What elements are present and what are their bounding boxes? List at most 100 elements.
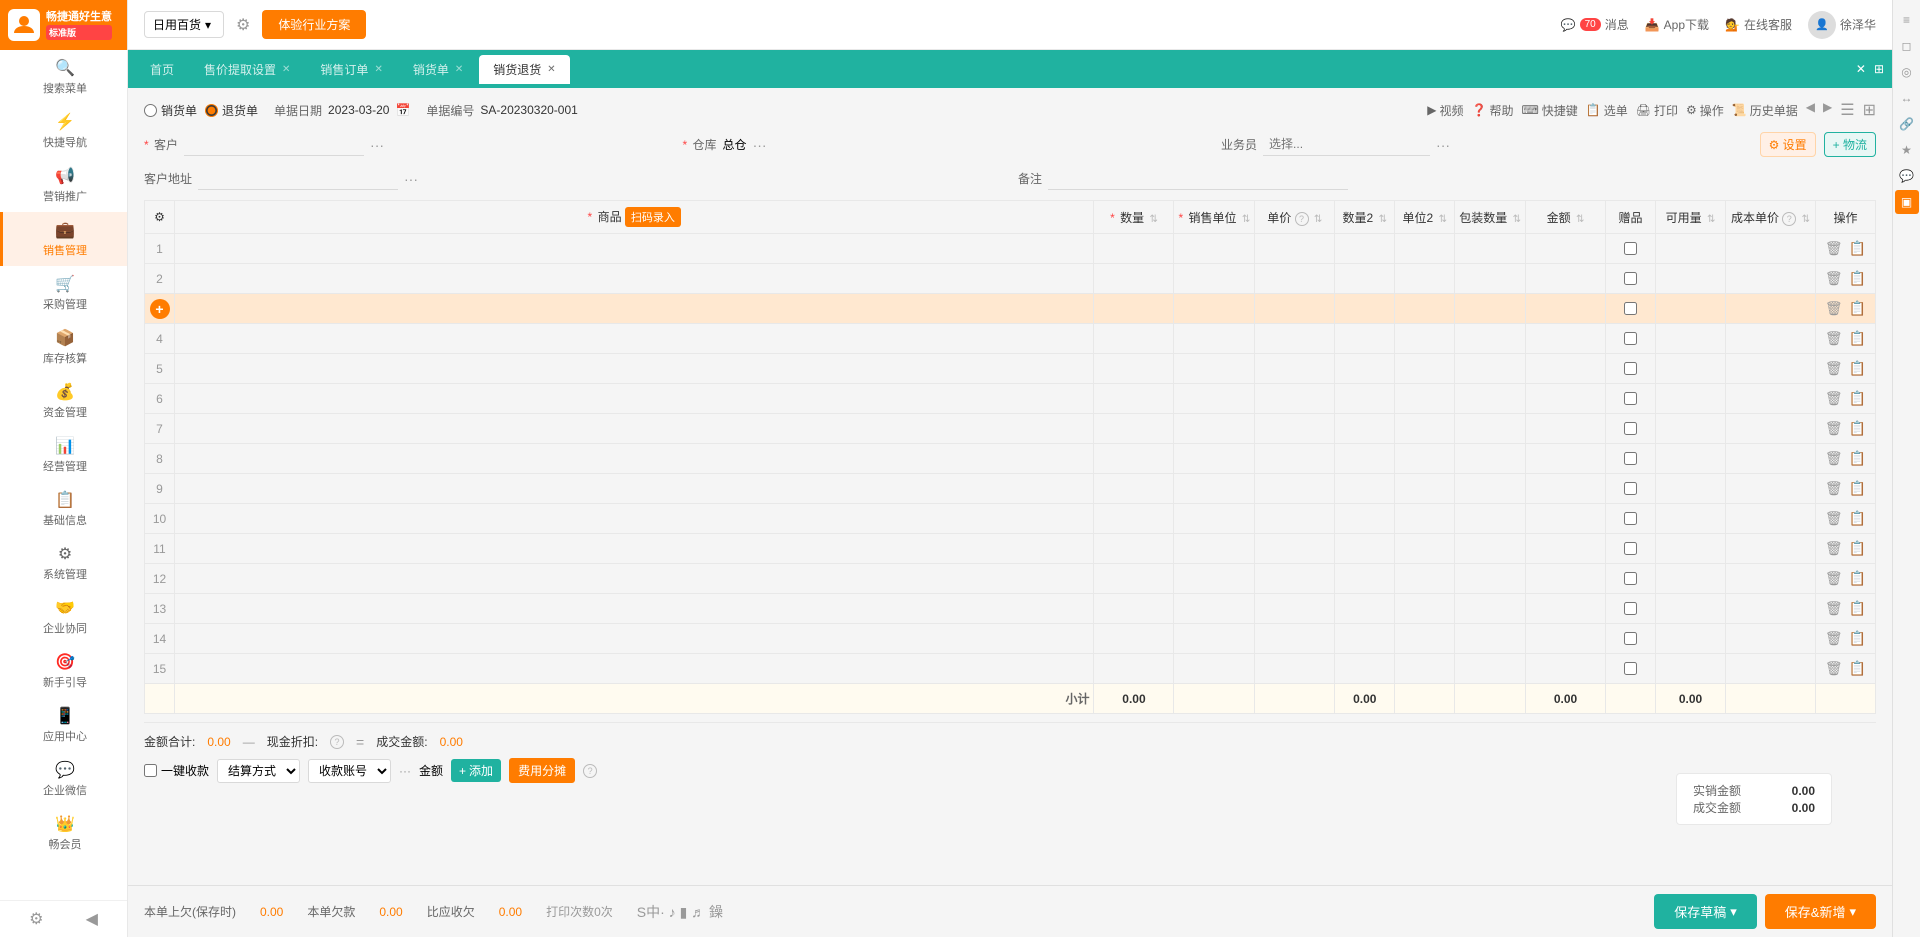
tab-sales-order-close[interactable]: ✕ (374, 64, 382, 75)
row-2-avail[interactable] (1656, 264, 1726, 294)
row-1-gift-check[interactable] (1624, 242, 1637, 255)
sidebar-item-member[interactable]: 👑 畅会员 (0, 806, 127, 860)
row-11-copy-icon[interactable]: 📋 (1849, 540, 1866, 557)
salesperson-picker-icon[interactable]: ··· (1436, 137, 1450, 153)
row-3-avail[interactable] (1656, 294, 1726, 324)
select-order-btn[interactable]: 📋 选单 (1586, 100, 1628, 120)
nav-next-icon[interactable]: ▶ (1823, 100, 1832, 120)
tab-price-settings[interactable]: 售价提取设置 ✕ (190, 55, 304, 84)
row-2-cost[interactable] (1726, 264, 1816, 294)
row-1-delete-icon[interactable]: 🗑 (1825, 240, 1843, 257)
sidebar-collapse-btn[interactable]: ◀ (86, 909, 98, 929)
add-row-icon[interactable]: + (150, 299, 170, 319)
add-payment-btn[interactable]: + 添加 (451, 759, 501, 782)
tab-sales-return-close[interactable]: ✕ (547, 64, 555, 75)
right-sidebar-btn-6[interactable]: ★ (1895, 138, 1919, 162)
row-1-cost[interactable] (1726, 234, 1816, 264)
history-btn[interactable]: 📜 历史单据 (1732, 100, 1798, 120)
row-6-delete-icon[interactable]: 🗑 (1825, 390, 1843, 407)
sidebar-item-purchase[interactable]: 🛒 采购管理 (0, 266, 127, 320)
add-logistics-btn[interactable]: + 物流 (1824, 132, 1876, 157)
operate-btn[interactable]: ⚙ 操作 (1686, 100, 1724, 120)
row-7-copy-icon[interactable]: 📋 (1849, 420, 1866, 437)
row-6-copy-icon[interactable]: 📋 (1849, 390, 1866, 407)
row-2-qty2[interactable] (1335, 264, 1395, 294)
right-sidebar-btn-5[interactable]: 🔗 (1895, 112, 1919, 136)
form-settings-btn[interactable]: ⚙ 设置 (1760, 132, 1816, 157)
row-7-delete-icon[interactable]: 🗑 (1825, 420, 1843, 437)
sidebar-item-guide[interactable]: 🎯 新手引导 (0, 644, 127, 698)
row-4-delete-icon[interactable]: 🗑 (1825, 330, 1843, 347)
row-3-gift-check[interactable] (1624, 302, 1637, 315)
sidebar-item-sales[interactable]: 💼 销售管理 (0, 212, 127, 266)
warehouse-picker-icon[interactable]: ··· (753, 137, 767, 153)
experience-btn[interactable]: 体验行业方案 (262, 10, 366, 39)
shortcut-btn[interactable]: ⌨ 快捷键 (1521, 100, 1577, 120)
customer-picker-icon[interactable]: ··· (370, 137, 384, 153)
split-costs-btn[interactable]: 费用分摊 (509, 758, 575, 783)
tab-close-all-icon[interactable]: ✕ (1856, 62, 1866, 76)
right-sidebar-btn-7[interactable]: 💬 (1895, 164, 1919, 188)
cost-info-icon[interactable]: ? (1782, 212, 1796, 226)
discount-info-icon[interactable]: ? (330, 735, 344, 749)
sidebar-settings-btn[interactable]: ⚙ (29, 909, 43, 929)
row-15-copy-icon[interactable]: 📋 (1849, 660, 1866, 677)
radio-return-input[interactable] (205, 104, 218, 117)
one-click-payment-label[interactable]: 一键收款 (144, 762, 209, 779)
sidebar-item-system[interactable]: ⚙ 系统管理 (0, 536, 127, 590)
sidebar-item-enterprise[interactable]: 🤝 企业协同 (0, 590, 127, 644)
row-1-qty2[interactable] (1335, 234, 1395, 264)
row-3-product[interactable] (175, 294, 1094, 324)
row-4-product[interactable] (175, 324, 1094, 354)
row-15-gift-check[interactable] (1624, 662, 1637, 675)
row-8-gift-check[interactable] (1624, 452, 1637, 465)
row-3-price[interactable] (1255, 294, 1335, 324)
row-15-delete-icon[interactable]: 🗑 (1825, 660, 1843, 677)
scan-btn[interactable]: 扫码录入 (625, 207, 681, 227)
row-1-copy-icon[interactable]: 📋 (1849, 240, 1866, 257)
radio-return[interactable]: 退货单 (205, 102, 258, 119)
row-2-gift[interactable] (1606, 264, 1656, 294)
row-1-amount[interactable] (1526, 234, 1606, 264)
unit2-sort-icon[interactable]: ⇅ (1439, 214, 1447, 225)
row-4-gift-check[interactable] (1624, 332, 1637, 345)
help-btn[interactable]: ❓ 帮助 (1472, 100, 1514, 120)
sidebar-item-inventory[interactable]: 📦 库存核算 (0, 320, 127, 374)
price-info-icon[interactable]: ? (1295, 212, 1309, 226)
row-8-copy-icon[interactable]: 📋 (1849, 450, 1866, 467)
row-2-unit[interactable] (1174, 264, 1255, 294)
tab-sales-order[interactable]: 销售订单 ✕ (306, 55, 396, 84)
right-sidebar-btn-8[interactable]: ▣ (1895, 190, 1919, 214)
account-picker-dots[interactable]: ··· (399, 764, 411, 778)
avail-sort-icon[interactable]: ⇅ (1707, 214, 1715, 225)
save-new-btn[interactable]: 保存&新增 ▾ (1765, 894, 1876, 929)
tab-price-settings-close[interactable]: ✕ (282, 64, 290, 75)
user-profile[interactable]: 👤 徐泽华 (1808, 11, 1876, 39)
sidebar-item-basic-info[interactable]: 📋 基础信息 (0, 482, 127, 536)
tab-home[interactable]: 首页 (136, 55, 188, 84)
sidebar-item-quick-nav[interactable]: ⚡ 快捷导航 (0, 104, 127, 158)
row-13-delete-icon[interactable]: 🗑 (1825, 600, 1843, 617)
row-14-copy-icon[interactable]: 📋 (1849, 630, 1866, 647)
tab-restore-icon[interactable]: ⊞ (1874, 62, 1884, 76)
sidebar-item-wechat[interactable]: 💬 企业微信 (0, 752, 127, 806)
row-3-add-btn[interactable]: + (145, 294, 175, 324)
sidebar-item-search[interactable]: 🔍 搜索菜单 (0, 50, 127, 104)
row-1-gift[interactable] (1606, 234, 1656, 264)
row-3-qty[interactable] (1094, 294, 1174, 324)
nav-prev-icon[interactable]: ◀ (1806, 100, 1815, 120)
amount-sort-icon[interactable]: ⇅ (1576, 214, 1584, 225)
row-14-gift-check[interactable] (1624, 632, 1637, 645)
sidebar-item-finance[interactable]: 💰 资金管理 (0, 374, 127, 428)
row-2-qty[interactable] (1094, 264, 1174, 294)
save-draft-btn[interactable]: 保存草稿 ▾ (1654, 894, 1757, 929)
split-info-icon[interactable]: ? (583, 764, 597, 778)
view-grid-icon[interactable]: ⊞ (1863, 100, 1876, 120)
pkg-sort-icon[interactable]: ⇅ (1513, 214, 1521, 225)
row-9-delete-icon[interactable]: 🗑 (1825, 480, 1843, 497)
row-10-gift-check[interactable] (1624, 512, 1637, 525)
address-input[interactable] (198, 167, 398, 190)
row-13-copy-icon[interactable]: 📋 (1849, 600, 1866, 617)
sidebar-item-marketing[interactable]: 📢 营销推广 (0, 158, 127, 212)
row-11-delete-icon[interactable]: 🗑 (1825, 540, 1843, 557)
